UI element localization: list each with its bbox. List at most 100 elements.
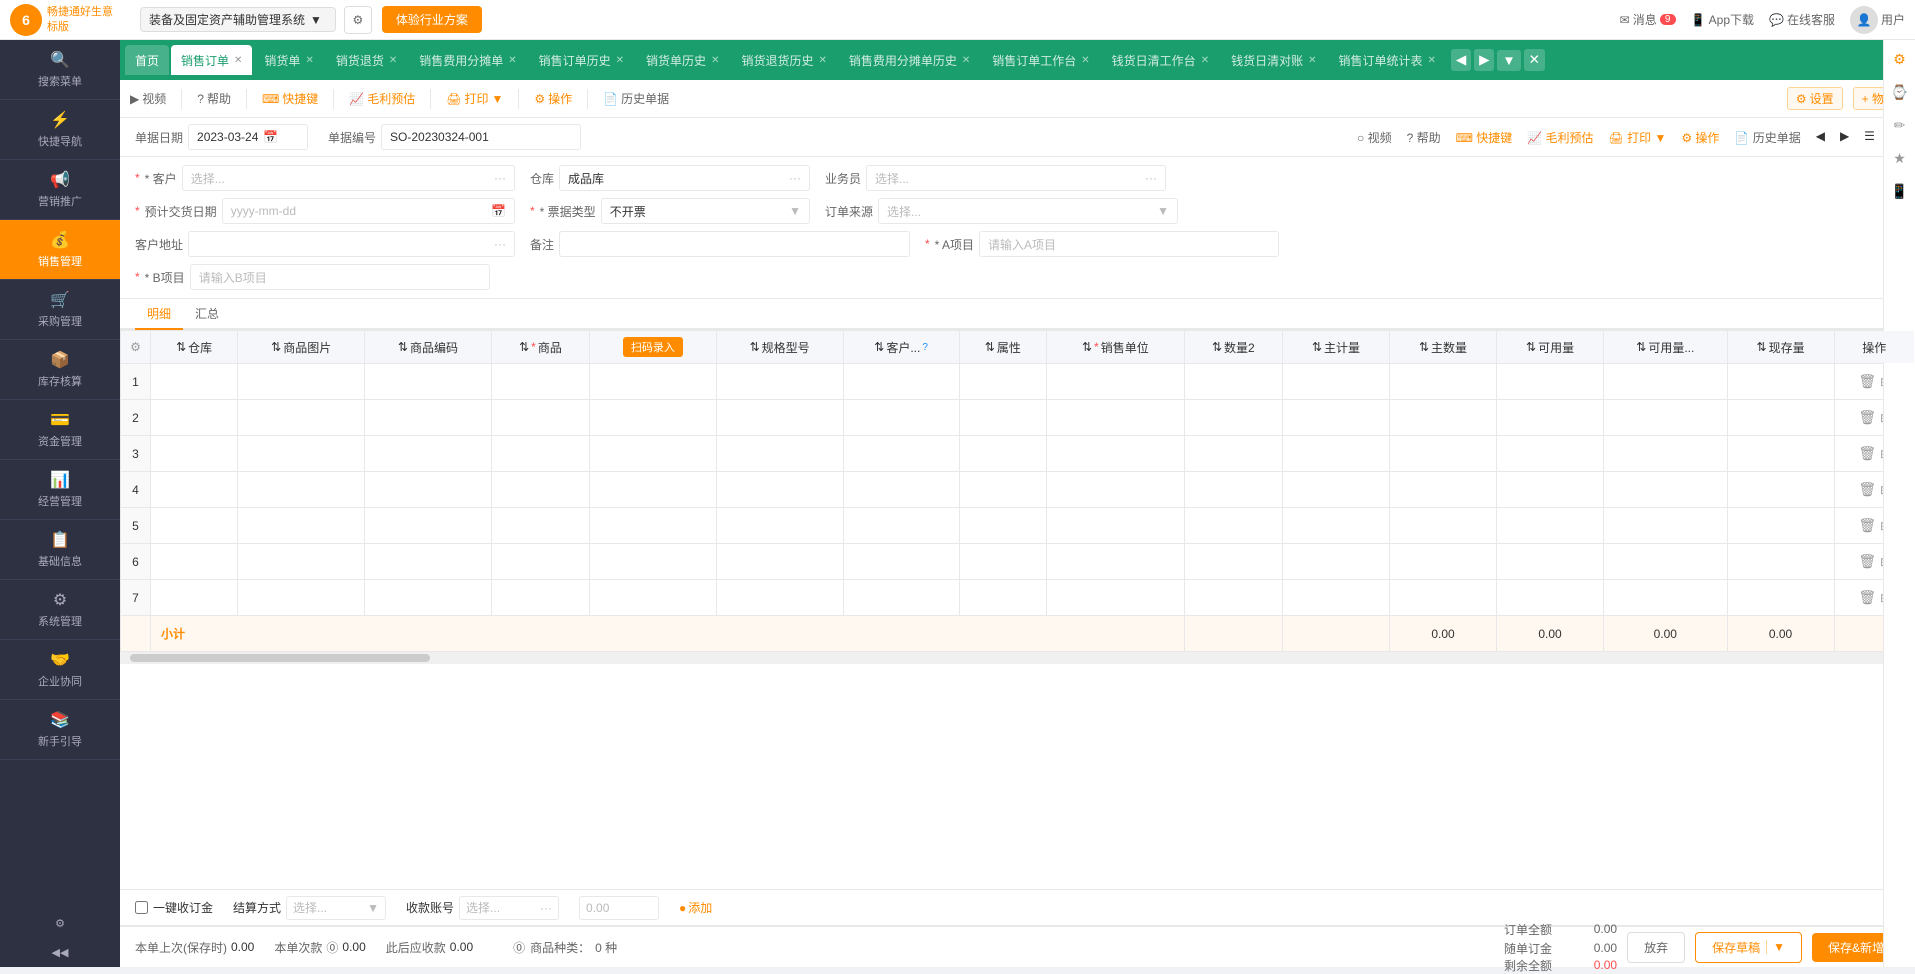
delivery-input[interactable]: yyyy-mm-dd 📅	[222, 198, 515, 224]
th-warehouse[interactable]: ⇅ 仓库	[151, 331, 238, 364]
operations-button[interactable]: ⚙ 操作	[534, 90, 572, 107]
th-available[interactable]: ⇅ 可用量	[1497, 331, 1604, 364]
project-a-input[interactable]: 请输入A项目	[979, 231, 1279, 257]
tab-close-icon[interactable]: ✕	[508, 55, 516, 66]
account-select[interactable]: 选择... ···	[459, 896, 559, 920]
tab-order-workbench[interactable]: 销售订单工作台 ✕	[982, 45, 1099, 75]
th-main-qty[interactable]: ⇅ 主数量	[1390, 331, 1497, 364]
th-attr[interactable]: ⇅ 属性	[959, 331, 1046, 364]
ops-link[interactable]: ⚙ 操作	[1681, 129, 1719, 146]
th-available2[interactable]: ⇅ 可用量...	[1604, 331, 1727, 364]
tab-sales-expense[interactable]: 销售费用分摊单 ✕	[409, 45, 526, 75]
th-gear[interactable]: ⚙	[121, 331, 151, 364]
rs-icon-clock[interactable]: ⌚	[1886, 78, 1914, 106]
tab-close-icon[interactable]: ✕	[711, 55, 719, 66]
delete-row-button[interactable]: 🗑	[1858, 589, 1876, 605]
sidebar-item-basic[interactable]: 📋 基础信息	[0, 520, 120, 580]
th-qty2[interactable]: ⇅ 数量2	[1184, 331, 1282, 364]
view-button[interactable]: ▶ 视频	[130, 90, 166, 107]
detail-tab-detail[interactable]: 明细	[135, 299, 183, 330]
settings-gear-button[interactable]: ⚙	[344, 6, 372, 34]
address-input[interactable]: ···	[188, 231, 515, 257]
order-source-select[interactable]: 选择... ▼	[878, 198, 1178, 224]
code-input[interactable]: SO-20230324-001	[381, 124, 581, 150]
sidebar-item-sales[interactable]: 💰 销售管理	[0, 220, 120, 280]
sidebar-item-purchase[interactable]: 🛒 采购管理	[0, 280, 120, 340]
tab-close-all-button[interactable]: ✕	[1524, 49, 1545, 71]
tab-close-icon[interactable]: ✕	[1308, 55, 1316, 66]
tab-menu-button[interactable]: ▼	[1497, 50, 1520, 71]
salesperson-input[interactable]: 选择... ···	[866, 165, 1166, 191]
sidebar-item-guide[interactable]: 📚 新手引导	[0, 700, 120, 760]
tab-invoice-history[interactable]: 销货单历史 ✕	[636, 45, 729, 75]
history-button[interactable]: 📄 历史单据	[603, 90, 669, 107]
tab-prev-button[interactable]: ◀	[1451, 49, 1471, 71]
view-link[interactable]: ○ 视频	[1357, 129, 1392, 146]
profit-link[interactable]: 📈 毛利预估	[1527, 129, 1593, 146]
one-click-checkbox[interactable]	[135, 901, 148, 914]
th-code[interactable]: ⇅ 商品编码	[365, 331, 492, 364]
th-customer-code[interactable]: ⇅ 客户... ?	[843, 331, 959, 364]
sidebar-collapse[interactable]: ◀◀	[0, 938, 120, 967]
delete-row-button[interactable]: 🗑	[1858, 373, 1876, 389]
tab-close-icon[interactable]: ✕	[1201, 55, 1209, 66]
th-image[interactable]: ⇅ 商品图片	[238, 331, 365, 364]
tab-close-icon[interactable]: ✕	[962, 55, 970, 66]
online-support-button[interactable]: 💬 在线客服	[1769, 11, 1835, 28]
warehouse-input[interactable]: 成品库 ···	[559, 165, 810, 191]
th-stock[interactable]: ⇅ 现存量	[1727, 331, 1834, 364]
sidebar-item-operations[interactable]: 📊 经营管理	[0, 460, 120, 520]
tab-return-history[interactable]: 销货退货历史 ✕	[731, 45, 836, 75]
date-input[interactable]: 2023-03-24 📅	[188, 124, 308, 150]
sidebar-item-nav[interactable]: ⚡ 快捷导航	[0, 100, 120, 160]
delete-row-button[interactable]: 🗑	[1858, 553, 1876, 569]
sidebar-item-finance[interactable]: 💳 资金管理	[0, 400, 120, 460]
messages-button[interactable]: ✉ 消息 9	[1620, 11, 1676, 28]
scan-btn[interactable]: 扫码录入	[623, 337, 683, 357]
settings-orange-button[interactable]: ⚙ 设置	[1787, 87, 1843, 110]
sidebar-item-search[interactable]: 🔍 搜索菜单	[0, 40, 120, 100]
save-draft-button[interactable]: 保存草稿 ▼	[1695, 932, 1802, 963]
delete-row-button[interactable]: 🗑	[1858, 481, 1876, 497]
horizontal-scrollbar[interactable]	[120, 652, 1915, 664]
delete-row-button[interactable]: 🗑	[1858, 409, 1876, 425]
tab-close-icon[interactable]: ✕	[616, 55, 624, 66]
tab-close-icon[interactable]: ✕	[1081, 55, 1089, 66]
user-menu[interactable]: 👤 用户	[1850, 6, 1905, 34]
next-record[interactable]: ▶	[1840, 129, 1849, 146]
tab-close-icon[interactable]: ✕	[1428, 55, 1436, 66]
sidebar-item-marketing[interactable]: 📢 营销推广	[0, 160, 120, 220]
payment-method-select[interactable]: 选择... ▼	[286, 896, 386, 920]
tab-sales-invoice[interactable]: 销货单 ✕	[254, 45, 323, 75]
th-unit[interactable]: ⇅ *销售单位	[1046, 331, 1184, 364]
tab-home[interactable]: 首页	[125, 45, 169, 75]
scrollbar-thumb[interactable]	[130, 654, 430, 662]
prev-record[interactable]: ◀	[1816, 129, 1825, 146]
hist-link[interactable]: 📄 历史单据	[1734, 129, 1800, 146]
th-product[interactable]: ⇅ *商品	[491, 331, 589, 364]
tab-close-icon[interactable]: ✕	[818, 55, 826, 66]
tab-daily-workbench[interactable]: 钱货日清工作台 ✕	[1102, 45, 1219, 75]
th-scan[interactable]: 扫码录入	[590, 331, 717, 364]
th-spec[interactable]: ⇅ 规格型号	[716, 331, 843, 364]
customer-input[interactable]: 选择... ···	[182, 165, 515, 191]
delete-row-button[interactable]: 🗑	[1858, 517, 1876, 533]
sidebar-item-system[interactable]: ⚙ 系统管理	[0, 580, 120, 640]
sidebar-settings[interactable]: ⚙	[0, 909, 120, 938]
rs-icon-edit[interactable]: ✏	[1886, 111, 1914, 139]
tab-next-button[interactable]: ▶	[1474, 49, 1494, 71]
project-b-input[interactable]: 请输入B项目	[190, 264, 490, 290]
sidebar-item-collab[interactable]: 🤝 企业协同	[0, 640, 120, 700]
rs-icon-star[interactable]: ★	[1886, 144, 1914, 172]
th-main-unit[interactable]: ⇅ 主计量	[1282, 331, 1389, 364]
add-button[interactable]: ● 添加	[679, 899, 712, 916]
tab-sales-return[interactable]: 销货退货 ✕	[326, 45, 407, 75]
tab-expense-history[interactable]: 销售费用分摊单历史 ✕	[839, 45, 980, 75]
rs-icon-scan[interactable]: 📱	[1886, 177, 1914, 205]
shortcuts-button[interactable]: ⌨ 快捷键	[262, 90, 318, 107]
print-button[interactable]: 🖨 打印 ▼	[446, 90, 503, 107]
tab-sales-order[interactable]: 销售订单 ✕	[171, 45, 252, 75]
profit-button[interactable]: 📈 毛利预估	[349, 90, 415, 107]
tab-sales-stats[interactable]: 销售订单统计表 ✕	[1328, 45, 1445, 75]
tab-close-icon[interactable]: ✕	[389, 55, 397, 66]
